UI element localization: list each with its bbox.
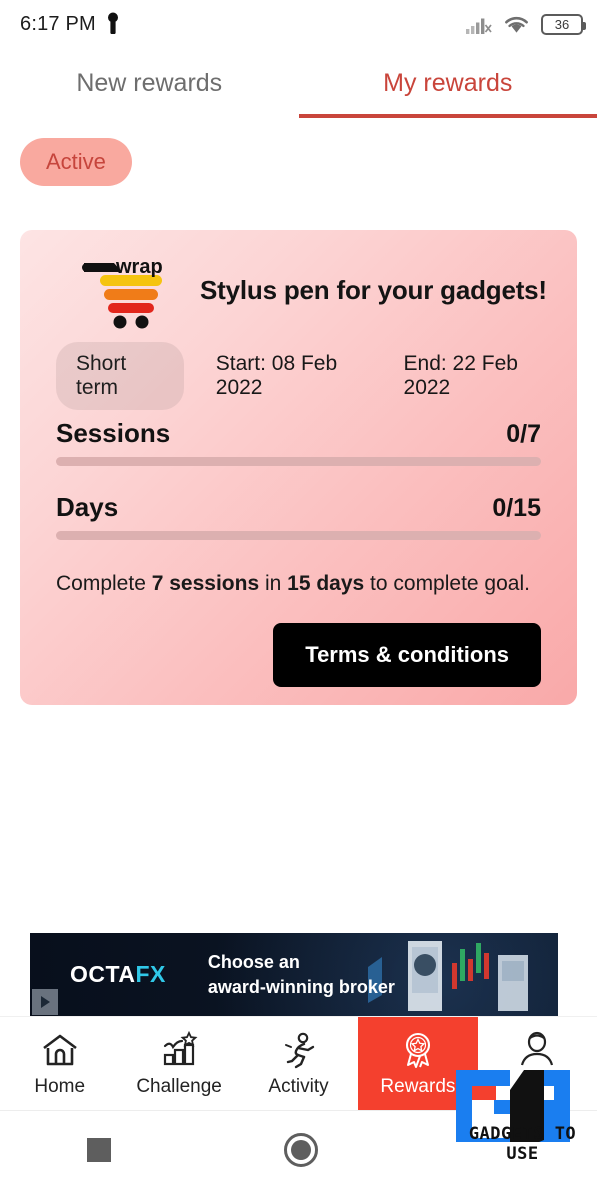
chart-star-icon: [164, 1030, 198, 1066]
progress-label-days: Days: [56, 492, 119, 522]
ad-copy: Choose an award-winning broker: [208, 950, 395, 999]
terms-button-row: Terms & conditions: [20, 597, 577, 688]
status-bar-right: 36: [466, 13, 586, 35]
nav-item-challenge[interactable]: Challenge: [119, 1017, 238, 1110]
award-medal-icon: [405, 1032, 430, 1068]
tab-my-rewards[interactable]: My rewards: [298, 48, 597, 118]
tab-my-rewards-label: My rewards: [383, 68, 513, 97]
wifi-icon: [505, 16, 528, 33]
progress-label-sessions: Sessions: [56, 418, 171, 448]
ad-brand-logo: OCTAFX: [70, 961, 166, 988]
goal-suffix: to complete goal.: [364, 572, 530, 595]
logo-wordmark: wrap: [115, 256, 163, 278]
tab-new-rewards[interactable]: New rewards: [0, 48, 299, 118]
nav-item-activity[interactable]: Activity: [239, 1017, 358, 1110]
phone-screen: 6:17 PM 36 New rewards My rewards Active…: [0, 0, 597, 1188]
end-date: End: 22 Feb 2022: [403, 352, 518, 399]
status-time: 6:17 PM: [20, 12, 96, 35]
nav-item-rewards[interactable]: Rewards: [358, 1017, 478, 1110]
ad-brand-secondary: FX: [135, 961, 166, 987]
reward-tabs: New rewards My rewards: [0, 48, 597, 118]
goal-prefix: Complete: [56, 572, 152, 595]
terms-and-conditions-button[interactable]: Terms & conditions: [273, 623, 541, 688]
ad-brand-primary: OCTA: [70, 961, 136, 987]
battery-icon: 36: [541, 13, 586, 35]
nav-label-rewards: Rewards: [380, 1076, 456, 1097]
tab-new-rewards-label: New rewards: [76, 68, 223, 97]
goal-days-value: 15 days: [287, 572, 365, 595]
progress-bar-sessions: [56, 457, 541, 466]
progress-item-days: Days 0/15: [56, 492, 541, 540]
progress-item-sessions: Sessions 0/7: [56, 418, 541, 466]
ad-banner[interactable]: OCTAFX Choose an award-winning broker: [30, 933, 558, 1016]
progress-count-sessions: 0/7: [506, 420, 541, 448]
key-icon: [107, 12, 118, 34]
person-icon: [521, 1031, 554, 1066]
bottom-navigation: Home Challenge Activity Rewards Profile: [0, 1016, 597, 1110]
nav-item-profile[interactable]: Profile: [478, 1017, 597, 1110]
nav-label-activity: Activity: [268, 1076, 329, 1097]
shopping-cart-logo-icon: wrap: [82, 256, 163, 329]
ad-copy-line1: Choose an: [207, 952, 300, 973]
home-icon: [42, 1034, 77, 1066]
reward-card-header: wrap Stylus pen for your gadgets!: [20, 230, 577, 350]
progress-bar-days: [56, 531, 541, 540]
start-date: Start: 08 Feb 2022: [215, 352, 338, 399]
progress-block: Sessions 0/7 Days 0/15: [20, 402, 577, 540]
signal-no-sim-icon: [466, 18, 492, 34]
nav-label-profile: Profile: [510, 1076, 565, 1097]
filter-row: Active: [0, 118, 597, 186]
nav-label-home: Home: [34, 1076, 86, 1097]
running-person-icon: [284, 1032, 314, 1069]
nav-label-challenge: Challenge: [136, 1076, 222, 1097]
triangle-left-icon[interactable]: [490, 1136, 511, 1163]
adchoices-icon[interactable]: [32, 989, 58, 1015]
filter-chip-active[interactable]: Active: [20, 138, 132, 186]
goal-description: Complete 7 sessions in 15 days to comple…: [20, 566, 577, 597]
goal-sessions-value: 7 sessions: [151, 572, 260, 595]
progress-count-days: 0/15: [492, 494, 541, 522]
ad-copy-line2: award-winning broker: [207, 976, 395, 997]
nav-item-home[interactable]: Home: [0, 1017, 119, 1110]
goal-middle: in: [259, 572, 288, 595]
reward-title: Stylus pen for your gadgets!: [200, 274, 547, 305]
circle-icon[interactable]: [283, 1132, 318, 1167]
term-chip: Short term: [56, 342, 184, 410]
reward-card[interactable]: wrap Stylus pen for your gadgets! Short …: [20, 230, 577, 705]
android-system-bar: [0, 1110, 597, 1188]
battery-level: 36: [554, 16, 570, 32]
status-bar: 6:17 PM 36: [0, 0, 597, 48]
square-icon[interactable]: [86, 1137, 111, 1162]
reward-meta-row: Short term Start: 08 Feb 2022 End: 22 Fe…: [20, 342, 577, 410]
status-bar-left: 6:17 PM: [20, 12, 120, 36]
